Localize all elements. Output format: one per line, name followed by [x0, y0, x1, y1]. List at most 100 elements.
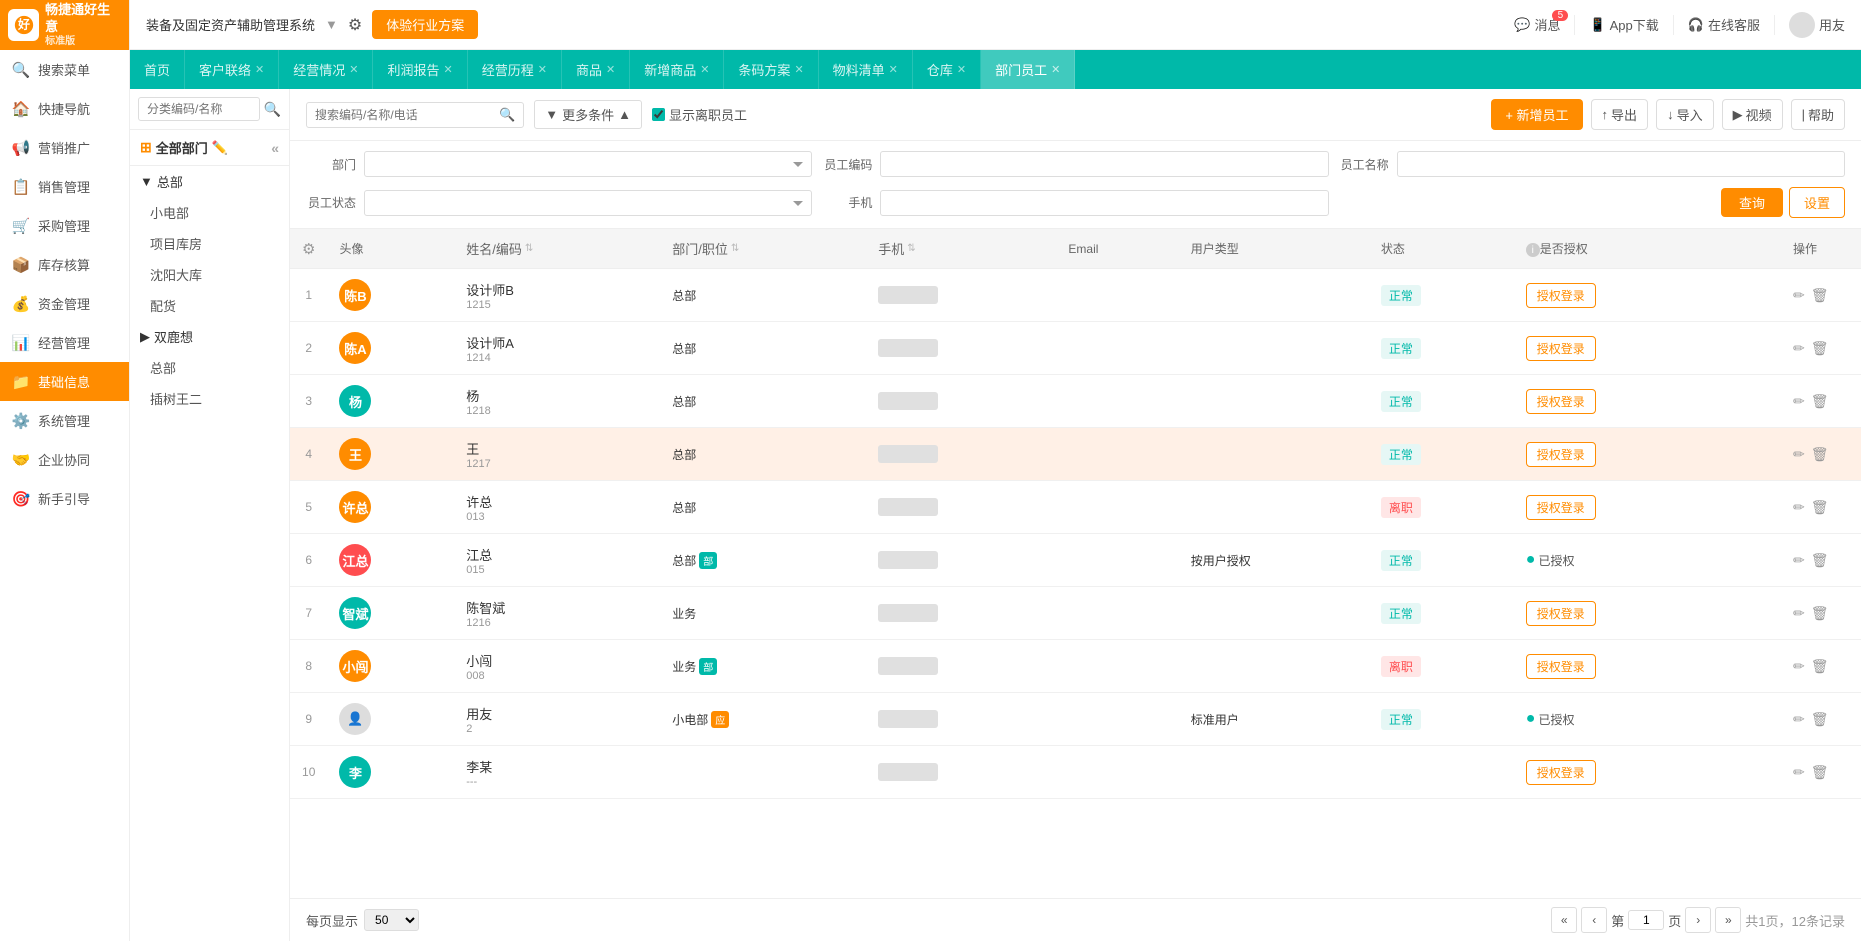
tab-bom[interactable]: 物料清单 ✕ — [819, 50, 913, 89]
tab-close[interactable]: ✕ — [349, 63, 358, 76]
auth-login-btn[interactable]: 授权登录 — [1526, 654, 1596, 679]
dept-group-zongbu[interactable]: ▼ 总部 — [130, 166, 289, 197]
emp-code-input[interactable] — [880, 151, 1328, 177]
tab-close[interactable]: ✕ — [606, 63, 615, 76]
app-download-item[interactable]: 📱 App下载 — [1589, 15, 1658, 34]
delete-btn[interactable]: 🗑 — [1811, 552, 1829, 569]
tab-new-goods[interactable]: 新增商品 ✕ — [630, 50, 724, 89]
tab-close[interactable]: ✕ — [444, 63, 453, 76]
dept-item-xiaodian[interactable]: 小电部 — [130, 197, 289, 228]
delete-btn[interactable]: 🗑 — [1811, 393, 1829, 410]
sidebar-item-system[interactable]: ⚙️ 系统管理 — [0, 401, 129, 440]
prev-page-btn[interactable]: ‹ — [1581, 907, 1607, 933]
trial-btn[interactable]: 体验行业方案 — [372, 10, 478, 39]
sidebar-item-search[interactable]: 🔍 搜索菜单 — [0, 50, 129, 89]
delete-btn[interactable]: 🗑 — [1811, 605, 1829, 622]
dept-search-input[interactable] — [138, 97, 260, 121]
sidebar-item-guide[interactable]: 🎯 新手引导 — [0, 479, 129, 518]
col-name[interactable]: 姓名/编码⇅ — [454, 229, 660, 269]
dept-item-zongbu2[interactable]: 总部 — [130, 352, 289, 383]
delete-btn[interactable]: 🗑 — [1811, 340, 1829, 357]
auth-login-btn[interactable]: 授权登录 — [1526, 336, 1596, 361]
tab-history[interactable]: 经营历程 ✕ — [468, 50, 562, 89]
tab-close[interactable]: ✕ — [889, 63, 898, 76]
edit-btn[interactable]: ✏ — [1793, 711, 1805, 728]
sidebar-item-collab[interactable]: 🤝 企业协同 — [0, 440, 129, 479]
edit-btn[interactable]: ✏ — [1793, 605, 1805, 622]
auth-login-btn[interactable]: 授权登录 — [1526, 601, 1596, 626]
dept-item-chashuwang[interactable]: 插树王二 — [130, 383, 289, 414]
edit-btn[interactable]: ✏ — [1793, 446, 1805, 463]
tab-close[interactable]: ✕ — [255, 63, 264, 76]
sidebar-item-finance[interactable]: 💰 资金管理 — [0, 284, 129, 323]
auth-login-btn[interactable]: 授权登录 — [1526, 760, 1596, 785]
show-resigned-checkbox[interactable]: 显示离职员工 — [652, 105, 747, 124]
search-btn[interactable]: 查询 — [1721, 188, 1783, 217]
tab-warehouse[interactable]: 仓库 ✕ — [913, 50, 981, 89]
tab-close[interactable]: ✕ — [1051, 63, 1060, 76]
export-btn[interactable]: ↑ 导出 — [1591, 99, 1649, 130]
auth-login-btn[interactable]: 授权登录 — [1526, 389, 1596, 414]
first-page-btn[interactable]: « — [1551, 907, 1577, 933]
tab-employees[interactable]: 部门员工 ✕ — [981, 50, 1075, 89]
delete-btn[interactable]: 🗑 — [1811, 711, 1829, 728]
col-settings[interactable]: ⚙ — [290, 229, 327, 269]
collapse-btn[interactable]: « — [271, 140, 279, 156]
sidebar-item-marketing[interactable]: 📢 营销推广 — [0, 128, 129, 167]
more-conditions-btn[interactable]: ▼ 更多条件 ▲ — [534, 100, 642, 129]
edit-icon[interactable]: ✏️ — [212, 140, 228, 156]
delete-btn[interactable]: 🗑 — [1811, 658, 1829, 675]
add-employee-btn[interactable]: + 新增员工 — [1491, 99, 1582, 130]
emp-name-input[interactable] — [1397, 151, 1845, 177]
import-btn[interactable]: ↓ 导入 — [1656, 99, 1714, 130]
dept-select[interactable] — [364, 151, 812, 177]
col-dept[interactable]: 部门/职位⇅ — [660, 229, 866, 269]
tab-home[interactable]: 首页 — [130, 50, 185, 89]
col-phone[interactable]: 手机⇅ — [866, 229, 1056, 269]
set-btn[interactable]: 设置 — [1789, 187, 1845, 218]
emp-status-select[interactable] — [364, 190, 812, 216]
last-page-btn[interactable]: » — [1715, 907, 1741, 933]
search-input[interactable] — [315, 108, 495, 122]
edit-btn[interactable]: ✏ — [1793, 340, 1805, 357]
per-page-select[interactable]: 50 100 — [364, 909, 419, 931]
search-icon[interactable]: 🔍 — [499, 107, 515, 123]
tab-goods[interactable]: 商品 ✕ — [562, 50, 630, 89]
tab-barcode[interactable]: 条码方案 ✕ — [724, 50, 818, 89]
tab-close[interactable]: ✕ — [957, 63, 966, 76]
auth-login-btn[interactable]: 授权登录 — [1526, 442, 1596, 467]
edit-btn[interactable]: ✏ — [1793, 658, 1805, 675]
sidebar-item-sales[interactable]: 📋 销售管理 — [0, 167, 129, 206]
dept-group-shuanglu[interactable]: ▶ 双鹿想 — [130, 321, 289, 352]
user-area[interactable]: 用友 — [1789, 12, 1845, 38]
page-input[interactable] — [1628, 910, 1664, 930]
tab-customer[interactable]: 客户联络 ✕ — [185, 50, 279, 89]
dept-item-peihuo[interactable]: 配货 — [130, 290, 289, 321]
sidebar-item-operations[interactable]: 📊 经营管理 — [0, 323, 129, 362]
view-btn[interactable]: ▶ 视频 — [1722, 99, 1783, 130]
dept-item-shenyang[interactable]: 沈阳大库 — [130, 259, 289, 290]
delete-btn[interactable]: 🗑 — [1811, 499, 1829, 516]
auth-login-btn[interactable]: 授权登录 — [1526, 283, 1596, 308]
tab-close[interactable]: ✕ — [700, 63, 709, 76]
info-icon[interactable]: i — [1526, 243, 1540, 257]
edit-btn[interactable]: ✏ — [1793, 287, 1805, 304]
help-btn[interactable]: | 帮助 — [1791, 99, 1845, 130]
settings-gear[interactable]: ⚙ — [348, 15, 362, 35]
sidebar-item-basic[interactable]: 📁 基础信息 — [0, 362, 129, 401]
delete-btn[interactable]: 🗑 — [1811, 446, 1829, 463]
delete-btn[interactable]: 🗑 — [1811, 764, 1829, 781]
dropdown-arrow[interactable]: ▼ — [325, 17, 338, 32]
edit-btn[interactable]: ✏ — [1793, 393, 1805, 410]
sidebar-item-purchase[interactable]: 🛒 采购管理 — [0, 206, 129, 245]
settings-icon[interactable]: ⚙ — [302, 241, 315, 258]
sidebar-item-inventory[interactable]: 📦 库存核算 — [0, 245, 129, 284]
auth-login-btn[interactable]: 授权登录 — [1526, 495, 1596, 520]
edit-btn[interactable]: ✏ — [1793, 499, 1805, 516]
sidebar-item-quicknav[interactable]: 🏠 快捷导航 — [0, 89, 129, 128]
tab-close[interactable]: ✕ — [538, 63, 547, 76]
tab-close[interactable]: ✕ — [794, 63, 803, 76]
tab-business[interactable]: 经营情况 ✕ — [279, 50, 373, 89]
online-service-item[interactable]: 🎧 在线客服 — [1688, 15, 1760, 34]
message-icon-item[interactable]: 💬 5 消息 — [1514, 15, 1560, 34]
